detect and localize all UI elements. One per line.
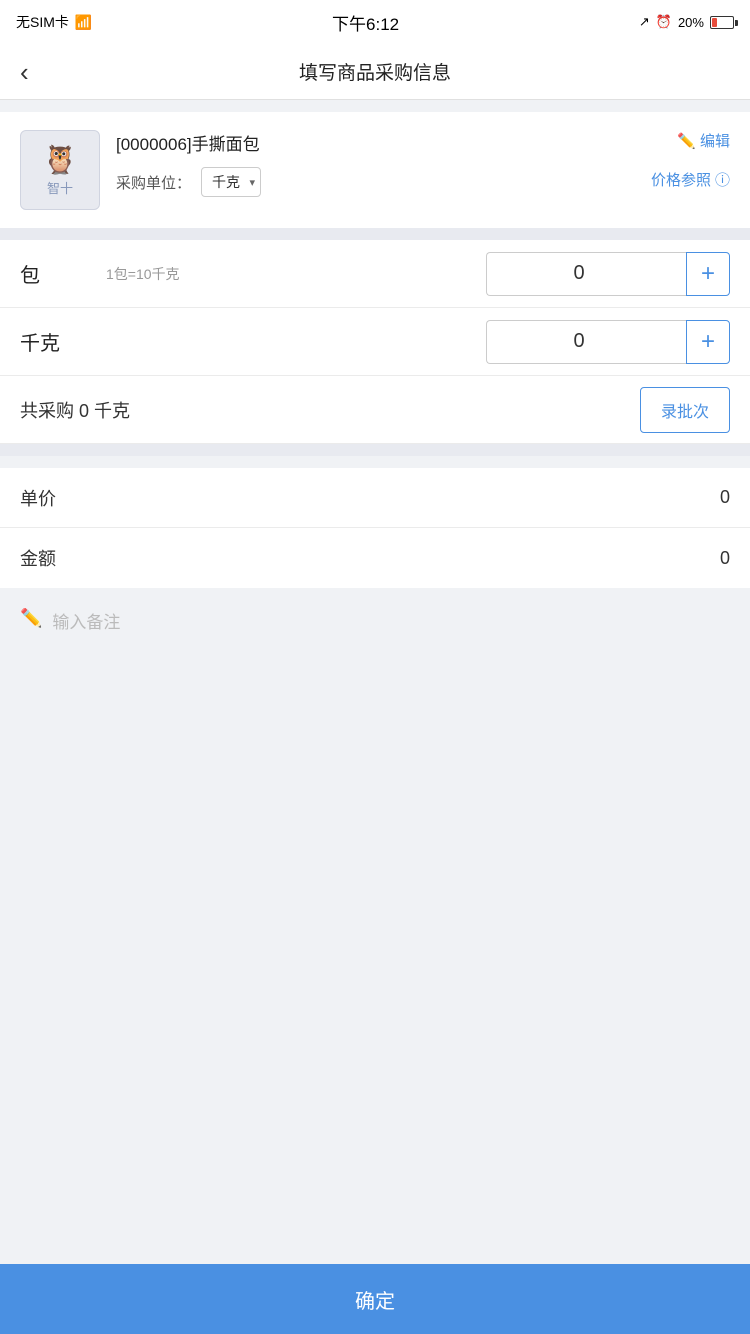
total-label: 共采购 0 千克 [20, 397, 130, 423]
quantity-input-bao[interactable] [486, 252, 686, 296]
quantity-sublabel-bao: 1包=10千克 [106, 264, 180, 284]
quantity-row-kg: 千克 + [0, 308, 750, 376]
status-left: 无SIM卡 📶 [16, 12, 92, 32]
status-right: ↗ ⏰ 20% [639, 14, 734, 30]
unit-value: 千克 [212, 172, 240, 192]
quantity-row-bao: 包 1包=10千克 + [0, 240, 750, 308]
total-row: 共采购 0 千克 录批次 [0, 376, 750, 444]
unit-select[interactable]: 千克 [201, 167, 261, 197]
nav-bar: ‹ 填写商品采购信息 [0, 44, 750, 100]
quantity-section: 包 1包=10千克 + 千克 + 共采购 0 千克 录批次 [0, 240, 750, 444]
amount-label: 金额 [20, 545, 56, 571]
page-title: 填写商品采购信息 [299, 58, 451, 85]
product-image: 🦉 智十 [20, 130, 100, 210]
price-row-amount: 金额 0 [0, 528, 750, 588]
price-ref-help-icon: ⓘ [715, 169, 730, 190]
record-batch-button[interactable]: 录批次 [640, 387, 730, 433]
product-unit-row: 采购单位： 千克 [116, 167, 635, 197]
edit-button[interactable]: ✏️ 编辑 [677, 130, 730, 151]
alarm-icon: ⏰ [656, 14, 672, 30]
main-content: 🦉 智十 [0000006]手撕面包 采购单位： 千克 ✏️ 编辑 价格参照 ⓘ [0, 112, 750, 788]
pencil-icon: ✏️ [20, 608, 42, 629]
confirm-bar[interactable]: 确定 [0, 1264, 750, 1334]
status-bar: 无SIM卡 📶 下午6:12 ↗ ⏰ 20% [0, 0, 750, 44]
quantity-input-wrapper-bao: + [180, 252, 730, 296]
unit-price-value: 0 [720, 487, 730, 508]
back-button[interactable]: ‹ [20, 59, 29, 85]
battery-icon [710, 16, 734, 29]
quantity-plus-kg[interactable]: + [686, 320, 730, 364]
unit-price-label: 单价 [20, 485, 56, 511]
status-time: 下午6:12 [332, 10, 399, 35]
wifi-icon: 📶 [75, 14, 92, 31]
amount-value: 0 [720, 548, 730, 569]
product-info: [0000006]手撕面包 采购单位： 千克 [116, 130, 635, 197]
edit-icon: ✏️ [677, 132, 696, 150]
product-logo-text: 智十 [47, 178, 73, 197]
quantity-plus-bao[interactable]: + [686, 252, 730, 296]
quantity-label-bao: 包 [20, 259, 100, 288]
quantity-label-kg: 千克 [20, 327, 100, 356]
edit-label: 编辑 [700, 130, 730, 151]
price-ref-button[interactable]: 价格参照 ⓘ [651, 169, 730, 190]
price-section: 单价 0 金额 0 [0, 468, 750, 588]
note-section: ✏️ 输入备注 [0, 588, 750, 708]
quantity-input-wrapper-kg: + [100, 320, 730, 364]
divider-1 [0, 228, 750, 240]
product-right: ✏️ 编辑 价格参照 ⓘ [651, 130, 730, 190]
product-logo-icon: 🦉 [43, 143, 78, 176]
note-placeholder[interactable]: 输入备注 [52, 608, 120, 633]
price-ref-label: 价格参照 [651, 169, 711, 190]
unit-label: 采购单位： [116, 172, 191, 193]
confirm-button[interactable]: 确定 [355, 1285, 395, 1314]
product-name: [0000006]手撕面包 [116, 130, 635, 155]
quantity-input-kg[interactable] [486, 320, 686, 364]
divider-2 [0, 444, 750, 456]
product-card: 🦉 智十 [0000006]手撕面包 采购单位： 千克 ✏️ 编辑 价格参照 ⓘ [0, 112, 750, 228]
location-icon: ↗ [639, 14, 650, 30]
price-row-unit: 单价 0 [0, 468, 750, 528]
battery-percent: 20% [678, 15, 704, 30]
carrier-text: 无SIM卡 [16, 12, 69, 32]
